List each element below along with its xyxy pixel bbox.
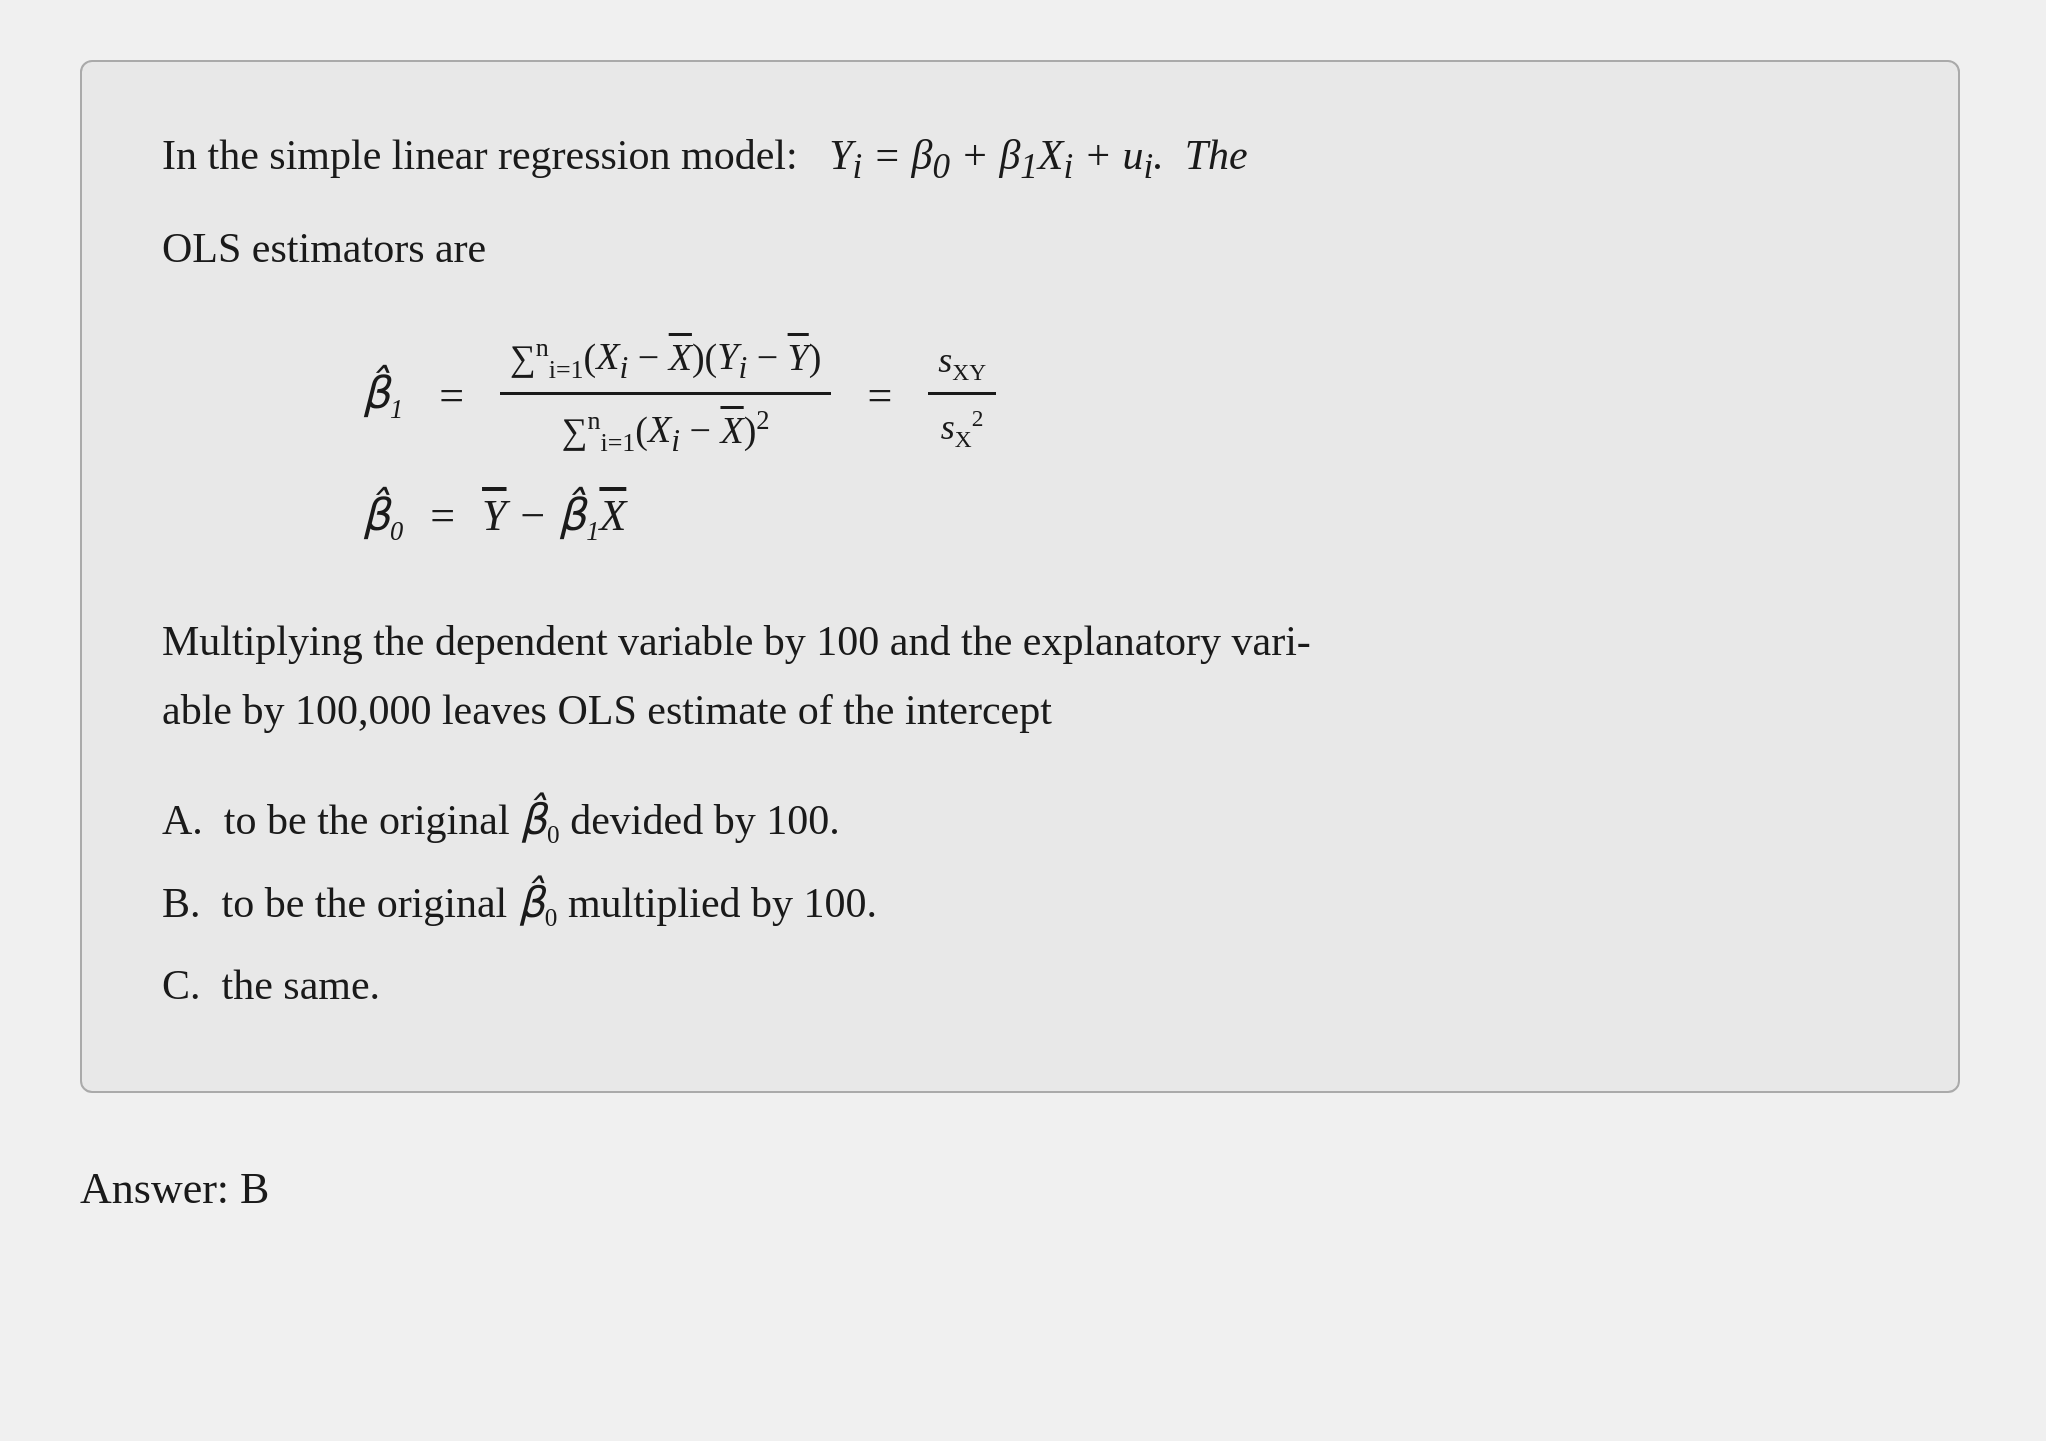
answer-label: Answer: B (80, 1164, 269, 1213)
fraction-denominator: ∑ni=1(Xi − X)2 (552, 399, 780, 459)
answer-section: Answer: B (80, 1163, 269, 1214)
ols-intro: OLS estimators are (162, 215, 1878, 282)
model-equation: Yi = β0 + β1Xi + ui. The (829, 132, 1248, 178)
s-x-denominator: sX2 (931, 399, 994, 453)
body-paragraph: Multiplying the dependent variable by 10… (162, 607, 1878, 746)
fraction-numerator: ∑ni=1(Xi − X)(Yi − Y) (500, 333, 831, 395)
fraction-s: sXY sX2 (928, 339, 996, 453)
question-box: In the simple linear regression model: Y… (80, 60, 1960, 1093)
equals-sign-2: = (867, 370, 892, 421)
intro-text: In the simple linear regression model: Y… (162, 122, 1878, 195)
option-b: B. to be the original β̂0 multiplied by … (162, 868, 1878, 940)
beta0-equation: β̂0 = Y − β̂1X (362, 489, 626, 547)
s-xy-numerator: sXY (928, 339, 996, 395)
fraction-sxy: ∑ni=1(Xi − X)(Yi − Y) ∑ni=1(Xi − X)2 (500, 333, 831, 460)
formulas-section: β̂1 = ∑ni=1(Xi − X)(Yi − Y) ∑ni=1(Xi − X… (362, 333, 1878, 547)
option-a: A. to be the original β̂0 devided by 100… (162, 785, 1878, 857)
beta0-formula: β̂0 = Y − β̂1X (362, 489, 626, 547)
beta1-formula: β̂1 = ∑ni=1(Xi − X)(Yi − Y) ∑ni=1(Xi − X… (362, 333, 996, 460)
option-c: C. the same. (162, 950, 1878, 1021)
beta1-lhs: β̂1 (362, 367, 403, 425)
equals-sign-1: = (439, 370, 464, 421)
